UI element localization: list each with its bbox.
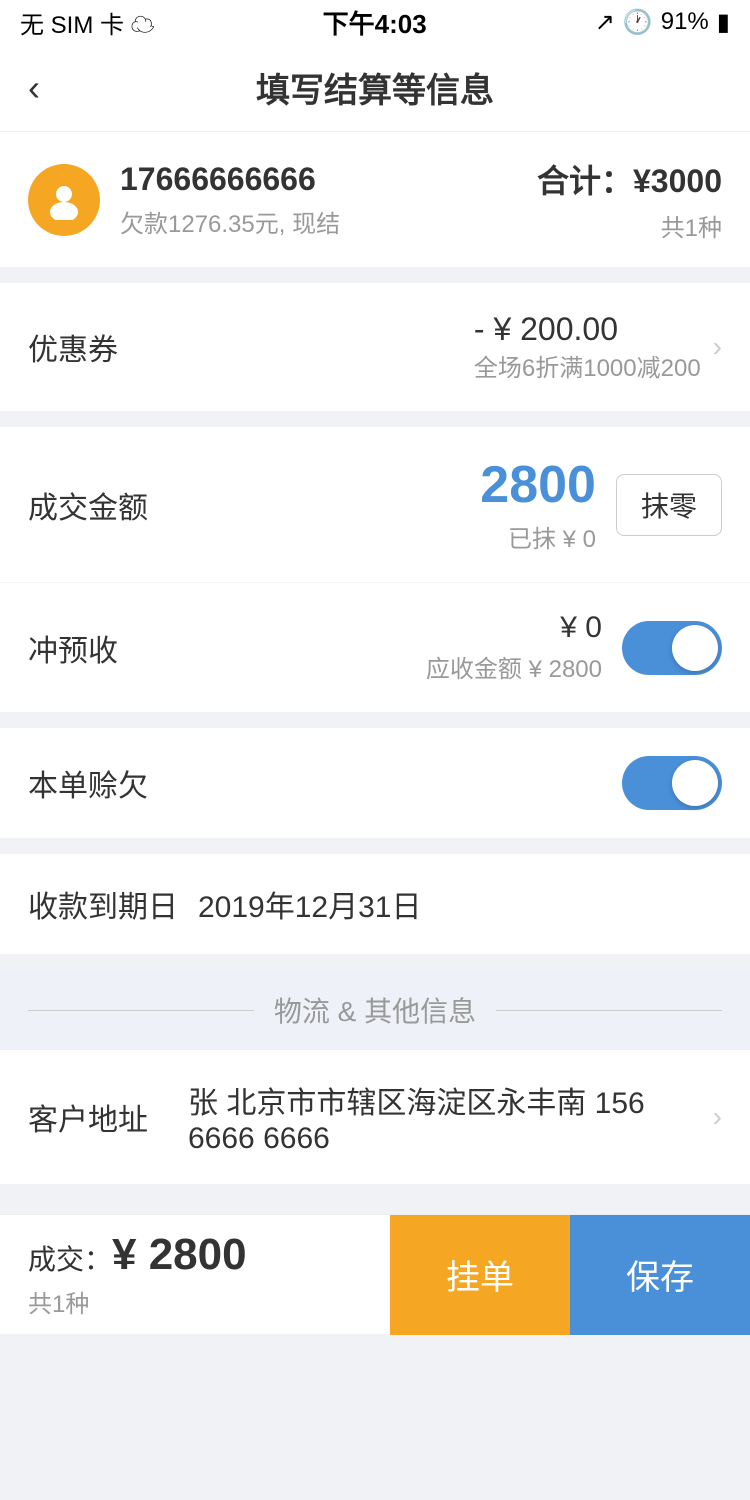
debt-toggle-knob [672,760,718,806]
toggle-knob [672,625,718,671]
customer-left: 17666666666 欠款1276.35元, 现结 [28,161,340,239]
prepay-amount: ¥ 0 [426,611,602,645]
customer-phone: 17666666666 [120,161,340,198]
deal-amount-erased: 已抹 ¥ 0 [480,519,596,554]
back-button[interactable]: ‹ [28,67,40,109]
address-value: 张 北京市市辖区海淀区永丰南 156 6666 6666 [188,1078,693,1156]
location-icon: ↗ [595,8,615,37]
prepay-toggle[interactable] [622,621,722,675]
due-date-value: 2019年12月31日 [198,882,421,926]
due-date-label: 收款到期日 [28,882,178,926]
total-amount: 合计：¥3000 [537,156,722,202]
bottom-deal-line: 成交：¥ 2800 [28,1230,362,1280]
bottom-deal-prefix: 成交： [28,1244,112,1275]
customer-info-card: 17666666666 欠款1276.35元, 现结 合计：¥3000 共1种 [0,132,750,267]
deal-amount-right: 2800 已抹 ¥ 0 抹零 [480,455,722,554]
page-title: 填写结算等信息 [256,63,494,112]
debt-label: 本单赊欠 [28,761,148,805]
deal-amount-value-area: 2800 已抹 ¥ 0 [480,455,596,554]
coupon-right: - ¥ 200.00 全场6折满1000减200 › [474,311,722,383]
deal-amount-section: 成交金额 2800 已抹 ¥ 0 抹零 冲预收 ¥ 0 应收金额 ¥ 2800 [0,427,750,712]
logistics-line-left [28,1010,254,1011]
prepay-label: 冲预收 [28,626,118,670]
customer-right: 合计：¥3000 共1种 [537,156,722,243]
deal-amount-row: 成交金额 2800 已抹 ¥ 0 抹零 [0,427,750,583]
coupon-desc: 全场6折满1000减200 [474,348,701,383]
logistics-line-right [496,1010,722,1011]
erase-zero-button[interactable]: 抹零 [616,474,722,536]
status-right: ↗ 🕐 91% ▮ [595,8,730,37]
prepay-row: 冲预收 ¥ 0 应收金额 ¥ 2800 [0,583,750,712]
coupon-label: 优惠券 [28,325,118,369]
customer-sub: 欠款1276.35元, 现结 [120,204,340,239]
coupon-discount: - ¥ 200.00 [474,311,701,348]
deal-amount-label: 成交金额 [28,483,148,527]
total-sub: 共1种 [537,208,722,243]
prepay-sub: 应收金额 ¥ 2800 [426,649,602,684]
customer-details: 17666666666 欠款1276.35元, 现结 [120,161,340,239]
bottom-deal-sub: 共1种 [28,1284,362,1319]
address-row[interactable]: 客户地址 张 北京市市辖区海淀区永丰南 156 6666 6666 › [0,1050,750,1184]
prepay-right: ¥ 0 应收金额 ¥ 2800 [426,611,722,684]
bottom-bar: 成交：¥ 2800 共1种 挂单 保存 [0,1214,750,1334]
deal-amount-value: 2800 [480,455,596,515]
status-time: 下午4:03 [323,4,427,41]
hang-button[interactable]: 挂单 [390,1215,570,1335]
debt-row: 本单赊欠 [0,728,750,838]
address-chevron-icon: › [713,1101,722,1133]
chevron-right-icon: › [713,331,722,363]
avatar [28,164,100,236]
address-label: 客户地址 [28,1095,148,1139]
nav-bar: ‹ 填写结算等信息 [0,44,750,132]
status-bar: 无 SIM 卡 ☁ 下午4:03 ↗ 🕐 91% ▮ [0,0,750,44]
battery-label: 91% [661,8,709,36]
prepay-amount-area: ¥ 0 应收金额 ¥ 2800 [426,611,602,684]
clock-icon: 🕐 [623,8,653,37]
sim-label: 无 SIM 卡 ☁ [20,5,155,40]
logistics-label: 物流 & 其他信息 [274,990,476,1030]
bottom-deal-amount: ¥ 2800 [112,1230,247,1279]
logistics-header: 物流 & 其他信息 [0,970,750,1050]
due-date-row: 收款到期日 2019年12月31日 [0,854,750,954]
battery-icon: ▮ [717,8,730,37]
status-left: 无 SIM 卡 ☁ [20,5,155,40]
debt-toggle[interactable] [622,756,722,810]
bottom-summary: 成交：¥ 2800 共1种 [0,1230,390,1319]
save-button[interactable]: 保存 [570,1215,750,1335]
coupon-row[interactable]: 优惠券 - ¥ 200.00 全场6折满1000减200 › [0,283,750,411]
coupon-discount-area: - ¥ 200.00 全场6折满1000减200 [474,311,701,383]
